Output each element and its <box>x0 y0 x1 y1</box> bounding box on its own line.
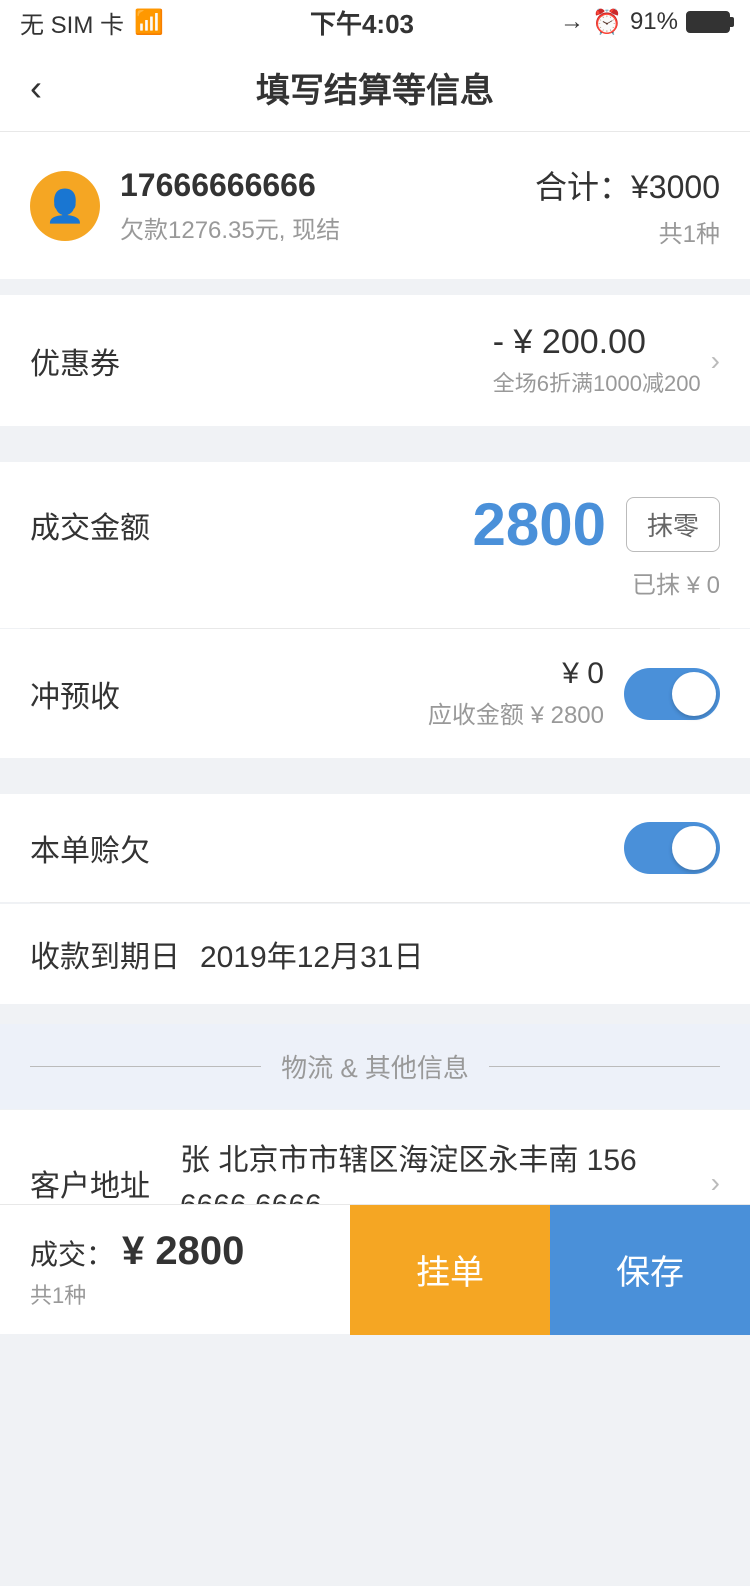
section-separator-3 <box>0 1004 750 1024</box>
bottom-summary: 成交： ¥ 2800 共1种 <box>0 1229 350 1310</box>
prepay-label: 冲预收 <box>30 672 120 716</box>
arrear-label: 本单赊欠 <box>30 826 150 870</box>
arrear-section: 本单赊欠 <box>0 794 750 902</box>
due-date-label: 收款到期日 <box>30 932 180 976</box>
prepay-values: ¥ 0 应收金额 ¥ 2800 <box>428 657 604 730</box>
prepay-amount: ¥ 0 <box>428 657 604 691</box>
coupon-discount: - ¥ 200.00 <box>493 323 701 362</box>
total-count: 共1种 <box>535 214 720 249</box>
avatar: 👤 <box>30 171 100 241</box>
customer-right: 合计：¥3000 共1种 <box>535 162 720 249</box>
coupon-row[interactable]: 优惠券 - ¥ 200.00 全场6折满1000减200 › <box>0 295 750 426</box>
customer-info: 17666666666 欠款1276.35元, 现结 <box>120 167 340 245</box>
bottom-amount: ¥ 2800 <box>122 1229 244 1274</box>
prepay-toggle[interactable] <box>624 668 720 720</box>
hang-order-button[interactable]: 挂单 <box>350 1205 550 1335</box>
content: 👤 17666666666 欠款1276.35元, 现结 合计：¥3000 共1… <box>0 132 750 1586</box>
carrier-text: 无 SIM 卡 <box>20 5 124 40</box>
logistics-text: 物流 & 其他信息 <box>281 1048 469 1085</box>
status-bar-right: → ⏰ 91% <box>560 8 730 37</box>
address-label: 客户地址 <box>30 1161 150 1205</box>
battery-icon <box>686 11 730 33</box>
customer-debt: 欠款1276.35元, 现结 <box>120 210 340 245</box>
arrear-toggle[interactable] <box>624 822 720 874</box>
section-separator-1 <box>0 442 750 462</box>
prepay-right: ¥ 0 应收金额 ¥ 2800 <box>428 657 720 730</box>
amount-label: 成交金额 <box>30 503 150 547</box>
bottom-label: 成交： <box>30 1233 114 1273</box>
logistics-line-left <box>30 1066 261 1067</box>
location-icon: → <box>560 8 584 36</box>
page-title: 填写结算等信息 <box>256 63 494 112</box>
header: ‹ 填写结算等信息 <box>0 44 750 132</box>
save-button[interactable]: 保存 <box>550 1205 750 1335</box>
due-date-value: 2019年12月31日 <box>200 932 423 976</box>
amount-sub: 已抹 ¥ 0 <box>30 565 720 600</box>
back-button[interactable]: ‹ <box>20 57 52 119</box>
amount-value-area: 2800 抹零 <box>473 490 721 559</box>
bottom-total-row: 成交： ¥ 2800 <box>30 1229 320 1274</box>
coupon-label: 优惠券 <box>30 339 120 383</box>
coupon-right: - ¥ 200.00 全场6折满1000减200 › <box>493 323 720 398</box>
divider-2 <box>30 902 720 903</box>
round-zero-button[interactable]: 抹零 <box>626 497 720 552</box>
amount-value: 2800 <box>473 490 606 559</box>
prepay-row: 冲预收 ¥ 0 应收金额 ¥ 2800 <box>0 629 750 758</box>
status-bar-left: 无 SIM 卡 📶 <box>20 5 164 40</box>
due-date-section: 收款到期日 2019年12月31日 <box>0 904 750 1004</box>
status-bar: 无 SIM 卡 📶 下午4:03 → ⏰ 91% <box>0 0 750 44</box>
prepay-sub: 应收金额 ¥ 2800 <box>428 695 604 730</box>
alarm-icon: ⏰ <box>592 8 622 37</box>
logistics-banner: 物流 & 其他信息 <box>0 1024 750 1109</box>
battery-percent: 91% <box>630 8 678 36</box>
amount-section: 成交金额 2800 抹零 已抹 ¥ 0 <box>0 462 750 628</box>
address-chevron-icon: › <box>711 1167 720 1199</box>
total-amount: 合计：¥3000 <box>535 162 720 208</box>
bottom-bar: 成交： ¥ 2800 共1种 挂单 保存 <box>0 1204 750 1334</box>
coupon-desc: 全场6折满1000减200 <box>493 366 701 398</box>
customer-phone: 17666666666 <box>120 167 340 204</box>
customer-card: 👤 17666666666 欠款1276.35元, 现结 合计：¥3000 共1… <box>0 132 750 279</box>
logistics-line-right <box>489 1066 720 1067</box>
wifi-icon: 📶 <box>134 8 164 37</box>
customer-left: 👤 17666666666 欠款1276.35元, 现结 <box>30 167 340 245</box>
status-time: 下午4:03 <box>310 4 414 41</box>
amount-row: 成交金额 2800 抹零 <box>30 490 720 559</box>
bottom-count: 共1种 <box>30 1278 320 1310</box>
section-separator-2 <box>0 758 750 778</box>
chevron-right-icon: › <box>711 345 720 377</box>
